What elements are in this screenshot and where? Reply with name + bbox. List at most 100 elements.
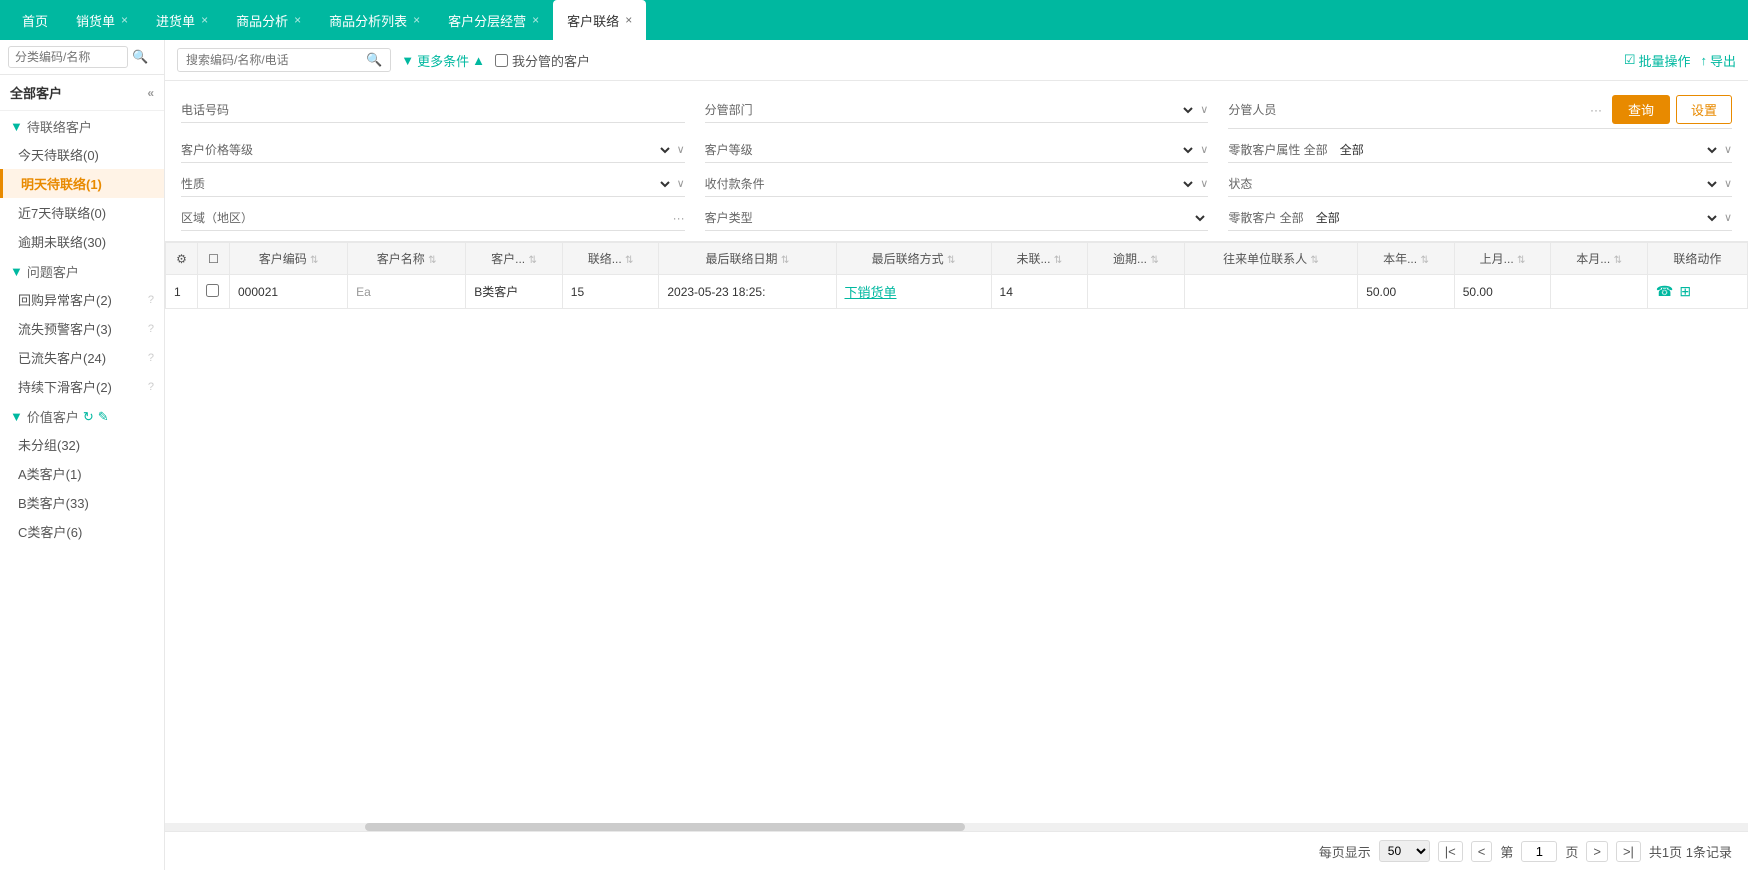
td-check[interactable] bbox=[198, 275, 230, 309]
manager-dots-icon[interactable]: ··· bbox=[1590, 103, 1602, 117]
page-number-input[interactable] bbox=[1521, 841, 1557, 862]
th-action: 联络动作 bbox=[1647, 243, 1747, 275]
first-page-btn[interactable]: |< bbox=[1438, 841, 1463, 862]
last-page-btn[interactable]: >| bbox=[1616, 841, 1641, 862]
sidebar-item-declining[interactable]: 持续下滑客户(2) ? bbox=[0, 372, 164, 401]
th-overdue[interactable]: 逾期... ⇅ bbox=[1088, 243, 1185, 275]
th-last-contact-date[interactable]: 最后联络日期 ⇅ bbox=[659, 243, 836, 275]
table-header-row: ⚙ ☐ 客户编码 ⇅ 客户名称 ⇅ 客户... ⇅ 联络... ⇅ 最后联络日期… bbox=[166, 243, 1748, 275]
search-execute-icon[interactable]: 🔍 bbox=[366, 52, 382, 68]
horizontal-scrollbar[interactable] bbox=[165, 823, 1748, 831]
nav-home[interactable]: 首页 bbox=[8, 0, 62, 40]
nav-purchase[interactable]: 进货单 × bbox=[142, 0, 222, 40]
nav-close-sales[interactable]: × bbox=[121, 13, 128, 27]
filter-customer-level-select[interactable] bbox=[761, 142, 1197, 158]
action-grid-icon[interactable]: ⊞ bbox=[1679, 283, 1691, 300]
sidebar-item-7days-pending[interactable]: 近7天待联络(0) bbox=[0, 198, 164, 227]
sidebar-item-a-class[interactable]: A类客户(1) bbox=[0, 459, 164, 488]
filter-customer-type-select[interactable] bbox=[761, 210, 1209, 226]
nav-close-list[interactable]: × bbox=[413, 13, 420, 27]
td-name[interactable]: Ea bbox=[348, 275, 466, 309]
filter-phone-input[interactable] bbox=[237, 103, 685, 117]
table-area: ⚙ ☐ 客户编码 ⇅ 客户名称 ⇅ 客户... ⇅ 联络... ⇅ 最后联络日期… bbox=[165, 242, 1748, 823]
scrollbar-thumb[interactable] bbox=[365, 823, 965, 831]
nav-close-segment[interactable]: × bbox=[532, 13, 539, 27]
sidebar-section-problem: ▼ 问题客户 bbox=[0, 256, 164, 285]
filter-status-select[interactable] bbox=[1260, 176, 1720, 192]
filter-retail-customer-select[interactable]: 全部 bbox=[1312, 210, 1720, 226]
filter-region: 区域（地区） ··· bbox=[181, 205, 685, 231]
sidebar-all-customers[interactable]: 全部客户 « bbox=[0, 75, 164, 111]
nav-close-product[interactable]: × bbox=[294, 13, 301, 27]
th-this-month[interactable]: 本月... ⇅ bbox=[1551, 243, 1648, 275]
filter-customer-level: 客户等级 ∨ bbox=[705, 137, 1209, 163]
nav-customer-segmentation[interactable]: 客户分层经营 × bbox=[434, 0, 553, 40]
sidebar-item-b-class[interactable]: B类客户(33) bbox=[0, 488, 164, 517]
export-btn[interactable]: ↑ 导出 bbox=[1700, 51, 1736, 70]
sidebar-item-churn-warning[interactable]: 流失预警客户(3) ? bbox=[0, 314, 164, 343]
th-name[interactable]: 客户名称 ⇅ bbox=[348, 243, 466, 275]
sidebar-item-c-class[interactable]: C类客户(6) bbox=[0, 517, 164, 546]
query-btn[interactable]: 查询 bbox=[1612, 95, 1670, 124]
nav-customer-contact[interactable]: 客户联络 × bbox=[553, 0, 646, 40]
next-page-btn[interactable]: > bbox=[1586, 841, 1608, 862]
th-last-contact-method[interactable]: 最后联络方式 ⇅ bbox=[836, 243, 991, 275]
filter-region-input[interactable] bbox=[261, 211, 669, 225]
filter-price-level: 客户价格等级 ∨ bbox=[181, 137, 685, 163]
export-icon: ↑ bbox=[1700, 53, 1707, 68]
td-code: 000021 bbox=[230, 275, 348, 309]
th-gear[interactable]: ⚙ bbox=[166, 243, 198, 275]
sidebar-item-overdue-contact[interactable]: 逾期未联络(30) bbox=[0, 227, 164, 256]
page-label: 第 bbox=[1500, 842, 1513, 861]
prev-page-btn[interactable]: < bbox=[1471, 841, 1493, 862]
filter-price-level-select[interactable] bbox=[261, 142, 673, 158]
value-edit-icon[interactable]: ✎ bbox=[98, 409, 109, 425]
sidebar-item-churned[interactable]: 已流失客户(24) ? bbox=[0, 343, 164, 372]
th-contact[interactable]: 联络... ⇅ bbox=[562, 243, 659, 275]
search-input[interactable] bbox=[186, 53, 366, 67]
th-contact-person[interactable]: 往来单位联系人 ⇅ bbox=[1184, 243, 1358, 275]
nature-arrow-icon: ∨ bbox=[677, 177, 685, 190]
filter-dept-select[interactable] bbox=[761, 102, 1197, 118]
help-icon2: ? bbox=[148, 323, 154, 335]
section-triangle-icon2: ▼ bbox=[10, 264, 23, 279]
my-customers-checkbox[interactable] bbox=[495, 54, 508, 67]
th-code[interactable]: 客户编码 ⇅ bbox=[230, 243, 348, 275]
th-no-contact[interactable]: 未联... ⇅ bbox=[991, 243, 1088, 275]
td-contact: 15 bbox=[562, 275, 659, 309]
nav-sales-order[interactable]: 销货单 × bbox=[62, 0, 142, 40]
th-check[interactable]: ☐ bbox=[198, 243, 230, 275]
nav-close-purchase[interactable]: × bbox=[201, 13, 208, 27]
filter-nature: 性质 ∨ bbox=[181, 171, 685, 197]
nav-close-contact[interactable]: × bbox=[625, 13, 632, 27]
th-this-year[interactable]: 本年... ⇅ bbox=[1358, 243, 1455, 275]
filter-payment-select[interactable] bbox=[773, 176, 1197, 192]
sidebar-search-icon[interactable]: 🔍 bbox=[132, 49, 148, 65]
value-refresh-icon[interactable]: ↻ bbox=[83, 409, 94, 425]
sidebar-item-tomorrow-pending[interactable]: 明天待联络(1) bbox=[0, 169, 164, 198]
sidebar-search-input[interactable] bbox=[8, 46, 128, 68]
th-type[interactable]: 客户... ⇅ bbox=[466, 243, 563, 275]
action-phone-icon[interactable]: ☎ bbox=[1656, 283, 1673, 300]
section-triangle-icon3: ▼ bbox=[10, 409, 23, 424]
region-dots-icon[interactable]: ··· bbox=[673, 211, 685, 225]
search-bar-right: ☑ 批量操作 ↑ 导出 bbox=[1624, 51, 1736, 70]
th-last-month[interactable]: 上月... ⇅ bbox=[1454, 243, 1551, 275]
td-last-contact-method[interactable]: 下销货单 bbox=[836, 275, 991, 309]
more-conditions-btn[interactable]: ▼ 更多条件 ▲ bbox=[401, 51, 485, 70]
per-page-select[interactable]: 50 20 100 bbox=[1379, 840, 1430, 862]
sidebar-item-ungrouped[interactable]: 未分组(32) bbox=[0, 430, 164, 459]
sidebar-collapse-icon[interactable]: « bbox=[147, 86, 154, 100]
nav-product-analysis-list[interactable]: 商品分析列表 × bbox=[315, 0, 434, 40]
sidebar-item-abnormal-repurchase[interactable]: 回购异常客户(2) ? bbox=[0, 285, 164, 314]
batch-operations-btn[interactable]: ☑ 批量操作 bbox=[1624, 51, 1691, 70]
nav-product-analysis[interactable]: 商品分析 × bbox=[222, 0, 315, 40]
set-btn[interactable]: 设置 bbox=[1676, 95, 1732, 124]
filter-nature-select[interactable] bbox=[213, 176, 673, 192]
filter-retail-attr-select[interactable]: 全部 bbox=[1336, 142, 1720, 158]
filter-manager-input[interactable] bbox=[1284, 103, 1586, 117]
td-overdue bbox=[1088, 275, 1185, 309]
all-customers-label: 全部客户 bbox=[10, 83, 62, 102]
dept-arrow-icon: ∨ bbox=[1200, 103, 1208, 116]
sidebar-item-today-pending[interactable]: 今天待联络(0) bbox=[0, 140, 164, 169]
